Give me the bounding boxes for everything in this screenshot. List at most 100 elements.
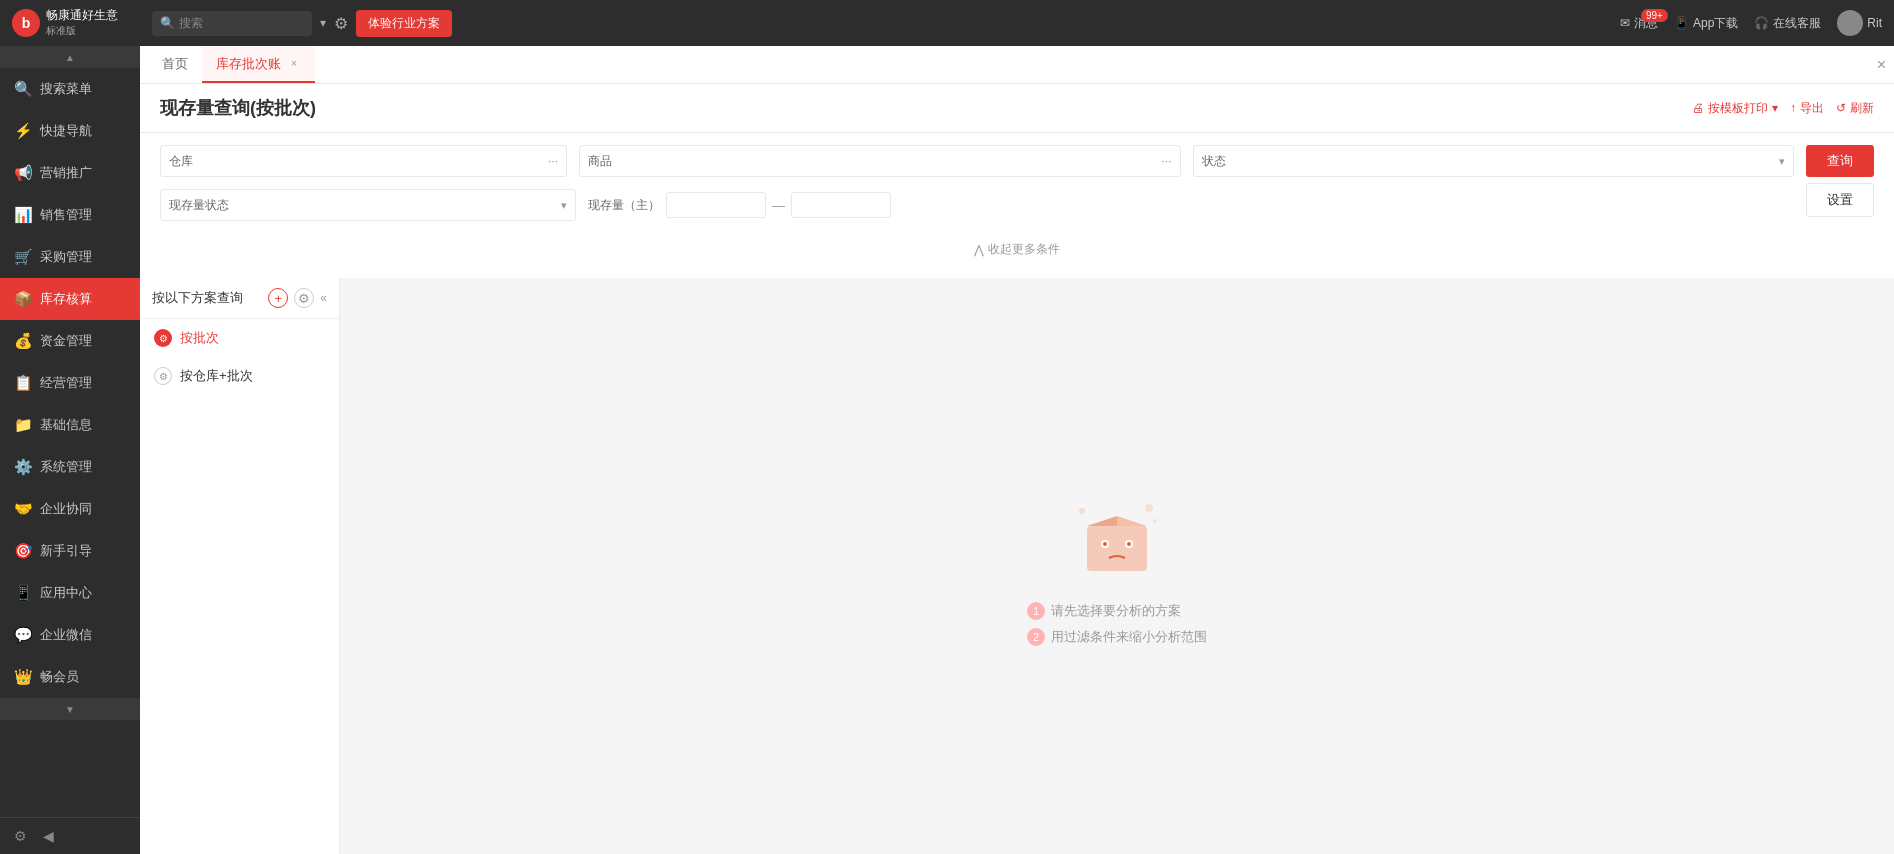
export-icon: ↑ — [1790, 101, 1796, 115]
export-btn[interactable]: ↑ 导出 — [1790, 100, 1824, 117]
scheme-by-warehouse-batch[interactable]: ⚙ 按仓库+批次 — [140, 357, 339, 395]
scheme-panel-title: 按以下方案查询 — [152, 289, 243, 307]
topbar-right: ✉ 消息 99+ 📱 App下载 🎧 在线客服 Rit — [1620, 10, 1882, 36]
scheme-by-batch-label: 按批次 — [180, 329, 219, 347]
new-guide-icon: 🎯 — [14, 542, 32, 560]
sidebar-item-system[interactable]: ⚙️ 系统管理 — [0, 446, 140, 488]
messages-btn[interactable]: ✉ 消息 99+ — [1620, 15, 1658, 32]
sidebar-item-label: 企业微信 — [40, 626, 92, 644]
messages-badge: 99+ — [1641, 9, 1668, 22]
sidebar-scroll-down[interactable]: ▼ — [0, 698, 140, 720]
tab-close-btn[interactable]: × — [287, 57, 301, 71]
scheme-active-icon: ⚙ — [154, 329, 172, 347]
sidebar-item-enterprise[interactable]: 🤝 企业协同 — [0, 488, 140, 530]
svg-rect-0 — [1087, 526, 1147, 571]
status-label: 状态 — [1202, 153, 1226, 170]
warehouse-more-icon[interactable]: ··· — [548, 154, 558, 168]
chevron-up-icon: ⋀ — [974, 243, 984, 257]
sidebar-item-operations[interactable]: 📋 经营管理 — [0, 362, 140, 404]
trial-btn[interactable]: 体验行业方案 — [356, 10, 452, 37]
product-label: 商品 — [588, 153, 612, 170]
content-area: 首页 库存批次账 × × 现存量查询(按批次) 🖨 按模板打印 ▾ ↑ 导出 — [140, 46, 1894, 854]
sidebar-collapse-btn[interactable]: ◀ — [43, 828, 54, 844]
sidebar-scroll-up[interactable]: ▲ — [0, 46, 140, 68]
scheme-collapse-btn[interactable]: « — [320, 291, 327, 305]
avatar — [1837, 10, 1863, 36]
stock-qty-from-input[interactable] — [666, 192, 766, 218]
status-chevron-icon[interactable]: ▾ — [1779, 155, 1785, 168]
sidebar-item-member[interactable]: 👑 畅会员 — [0, 656, 140, 698]
topbar-search-box[interactable]: 🔍 搜索 — [152, 11, 312, 36]
stock-qty-to-input[interactable] — [791, 192, 891, 218]
refresh-btn[interactable]: ↺ 刷新 — [1836, 100, 1874, 117]
hint-text-2: 用过滤条件来缩小分析范围 — [1051, 628, 1207, 646]
svg-point-8 — [1145, 504, 1153, 512]
sidebar-item-sales[interactable]: 📊 销售管理 — [0, 194, 140, 236]
search-icon: 🔍 — [14, 80, 32, 98]
template-print-btn[interactable]: 🖨 按模板打印 ▾ — [1692, 100, 1778, 117]
chevron-down-icon: ▾ — [1772, 101, 1778, 115]
sidebar-item-new-guide[interactable]: 🎯 新手引导 — [0, 530, 140, 572]
export-label: 导出 — [1800, 100, 1824, 117]
svg-point-6 — [1127, 542, 1131, 546]
sidebar-item-label: 快捷导航 — [40, 122, 92, 140]
sidebar-item-basic-info[interactable]: 📁 基础信息 — [0, 404, 140, 446]
empty-hint-2: 2 用过滤条件来缩小分析范围 — [1027, 628, 1207, 646]
user-name: Rit — [1867, 16, 1882, 30]
sidebar-item-label: 应用中心 — [40, 584, 92, 602]
query-btn[interactable]: 查询 — [1806, 145, 1874, 177]
scheme-by-batch[interactable]: ⚙ 按批次 — [140, 319, 339, 357]
collapse-more-btn[interactable]: ⋀ 收起更多条件 — [160, 233, 1874, 266]
tab-batch-account-label: 库存批次账 — [216, 55, 281, 73]
scheme-settings-btn[interactable]: ⚙ — [294, 288, 314, 308]
sidebar-item-label: 销售管理 — [40, 206, 92, 224]
sidebar-item-purchase[interactable]: 🛒 采购管理 — [0, 236, 140, 278]
sidebar-item-marketing[interactable]: 📢 营销推广 — [0, 152, 140, 194]
stock-status-label: 现存量状态 — [169, 197, 229, 214]
sidebar-item-search[interactable]: 🔍 搜索菜单 — [0, 68, 140, 110]
topbar-gear-btn[interactable]: ⚙ — [334, 14, 348, 33]
topbar-dropdown-btn[interactable]: ▾ — [320, 16, 326, 30]
sidebar-item-label: 库存核算 — [40, 290, 92, 308]
scheme-inactive-icon: ⚙ — [154, 367, 172, 385]
app-logo: b 畅康通好生意 标准版 — [12, 8, 152, 38]
empty-hint-1: 1 请先选择要分析的方案 — [1027, 602, 1207, 620]
stock-status-input[interactable] — [237, 198, 561, 212]
warehouse-label: 仓库 — [169, 153, 193, 170]
app-download-btn[interactable]: 📱 App下载 — [1674, 15, 1738, 32]
user-profile-btn[interactable]: Rit — [1837, 10, 1882, 36]
tab-home[interactable]: 首页 — [148, 47, 202, 83]
mobile-icon: 📱 — [1674, 16, 1689, 30]
search-icon: 🔍 — [160, 16, 175, 30]
sidebar-settings-btn[interactable]: ⚙ — [14, 828, 27, 844]
quick-nav-icon: ⚡ — [14, 122, 32, 140]
filter-actions-col: 查询 设置 — [1806, 145, 1874, 217]
empty-illustration — [1067, 486, 1167, 586]
sidebar-item-quick-nav[interactable]: ⚡ 快捷导航 — [0, 110, 140, 152]
hint-number-2: 2 — [1027, 628, 1045, 646]
sidebar-item-label: 营销推广 — [40, 164, 92, 182]
online-support-label: 在线客服 — [1773, 15, 1821, 32]
page-header: 现存量查询(按批次) 🖨 按模板打印 ▾ ↑ 导出 ↺ 刷新 — [140, 84, 1894, 133]
stock-status-chevron-icon[interactable]: ▾ — [561, 199, 567, 212]
stock-qty-label: 现存量（主） — [588, 197, 660, 214]
product-input[interactable] — [620, 154, 1161, 168]
empty-hints: 1 请先选择要分析的方案 2 用过滤条件来缩小分析范围 — [1027, 602, 1207, 646]
status-input[interactable] — [1234, 154, 1780, 168]
online-support-btn[interactable]: 🎧 在线客服 — [1754, 15, 1821, 32]
sidebar-item-finance[interactable]: 💰 资金管理 — [0, 320, 140, 362]
basic-info-icon: 📁 — [14, 416, 32, 434]
tab-batch-account[interactable]: 库存批次账 × — [202, 47, 315, 83]
sidebar-item-app-center[interactable]: 📱 应用中心 — [0, 572, 140, 614]
sales-icon: 📊 — [14, 206, 32, 224]
scheme-add-btn[interactable]: + — [268, 288, 288, 308]
warehouse-input[interactable] — [201, 154, 548, 168]
product-more-icon[interactable]: ··· — [1161, 154, 1171, 168]
marketing-icon: 📢 — [14, 164, 32, 182]
tab-bar: 首页 库存批次账 × × — [140, 46, 1894, 84]
tab-bar-close-btn[interactable]: × — [1877, 56, 1886, 74]
sidebar-item-enterprise-wechat[interactable]: 💬 企业微信 — [0, 614, 140, 656]
sidebar-item-inventory[interactable]: 📦 库存核算 — [0, 278, 140, 320]
filter-settings-btn[interactable]: 设置 — [1806, 183, 1874, 217]
sidebar: ▲ 🔍 搜索菜单 ⚡ 快捷导航 📢 营销推广 📊 销售管理 🛒 采购管理 📦 库… — [0, 46, 140, 854]
